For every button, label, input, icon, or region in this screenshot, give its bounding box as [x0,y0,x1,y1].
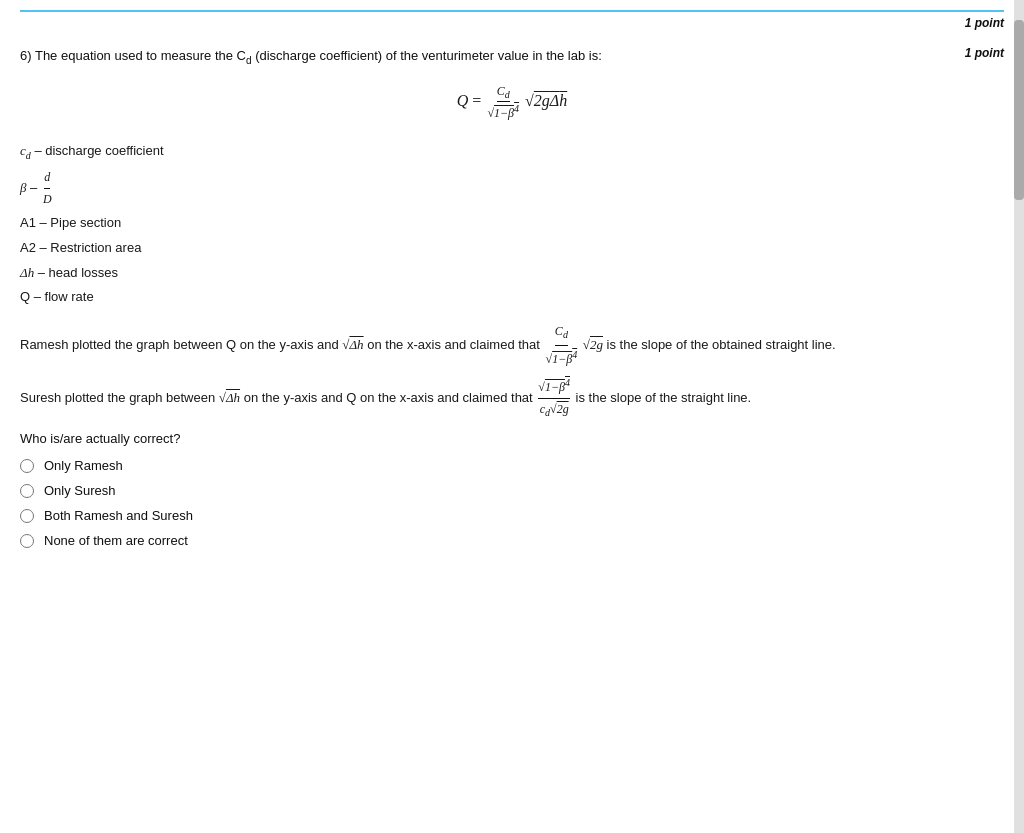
cd-subscript: d [246,55,252,66]
formula-eq: = [472,92,485,109]
ramesh-fraction: Cd √1−β4 [546,322,578,369]
def-beta: β – d D [20,168,1004,209]
radio-none[interactable] [20,534,34,548]
option-suresh-label: Only Suresh [44,483,116,498]
def-beta-fraction: d D [43,168,52,209]
formula-fraction1: Cd √1−β4 [487,84,519,121]
question-header: 6) The equation used to measure the Cd (… [20,46,1004,68]
radio-suresh[interactable] [20,484,34,498]
formula-sqrt2gah: √2gΔh [525,92,567,109]
question-block: 6) The equation used to measure the Cd (… [20,46,1004,548]
option-both-label: Both Ramesh and Suresh [44,508,193,523]
scenario-suresh: Suresh plotted the graph between √Δh on … [20,375,1004,422]
options-list: Only Ramesh Only Suresh Both Ramesh and … [20,458,1004,548]
radio-ramesh[interactable] [20,459,34,473]
radio-both[interactable] [20,509,34,523]
option-ramesh-label: Only Ramesh [44,458,123,473]
scrollbar-thumb[interactable] [1014,20,1024,200]
question-text-part1: The equation used to measure the C [35,48,246,63]
question-number: 6) [20,48,32,63]
option-none[interactable]: None of them are correct [20,533,1004,548]
def-cd: cd – discharge coefficient [20,141,1004,164]
question-points: 1 point [965,46,1004,60]
fraction-denominator: √1−β4 [487,102,519,121]
formula: Q = Cd √1−β4 √2gΔh [457,92,567,109]
definitions-block: cd – discharge coefficient β – d D A1 – … [20,141,1004,308]
scrollbar[interactable] [1014,0,1024,833]
def-a2: A2 – Restriction area [20,238,1004,259]
formula-block: Q = Cd √1−β4 √2gΔh [20,84,1004,121]
top-points-label: 1 point [965,16,1004,30]
def-q: Q – flow rate [20,287,1004,308]
def-a1: A1 – Pipe section [20,213,1004,234]
suresh-fraction: √1−β4 cd√2g [538,375,570,422]
option-suresh[interactable]: Only Suresh [20,483,1004,498]
question-text: 6) The equation used to measure the Cd (… [20,46,945,68]
def-deltah: Δh – head losses [20,263,1004,284]
option-ramesh[interactable]: Only Ramesh [20,458,1004,473]
scenario-ramesh: Ramesh plotted the graph between Q on th… [20,322,1004,369]
scenario-block: Ramesh plotted the graph between Q on th… [20,322,1004,421]
question-text-part2: (discharge coefficient) of the venturime… [255,48,602,63]
formula-q: Q [457,92,469,109]
option-both[interactable]: Both Ramesh and Suresh [20,508,1004,523]
top-bar: 1 point [20,10,1004,38]
fraction-numerator: Cd [497,84,510,102]
question-who: Who is/are actually correct? [20,431,1004,446]
option-none-label: None of them are correct [44,533,188,548]
page-container: 1 point 6) The equation used to measure … [0,0,1024,833]
